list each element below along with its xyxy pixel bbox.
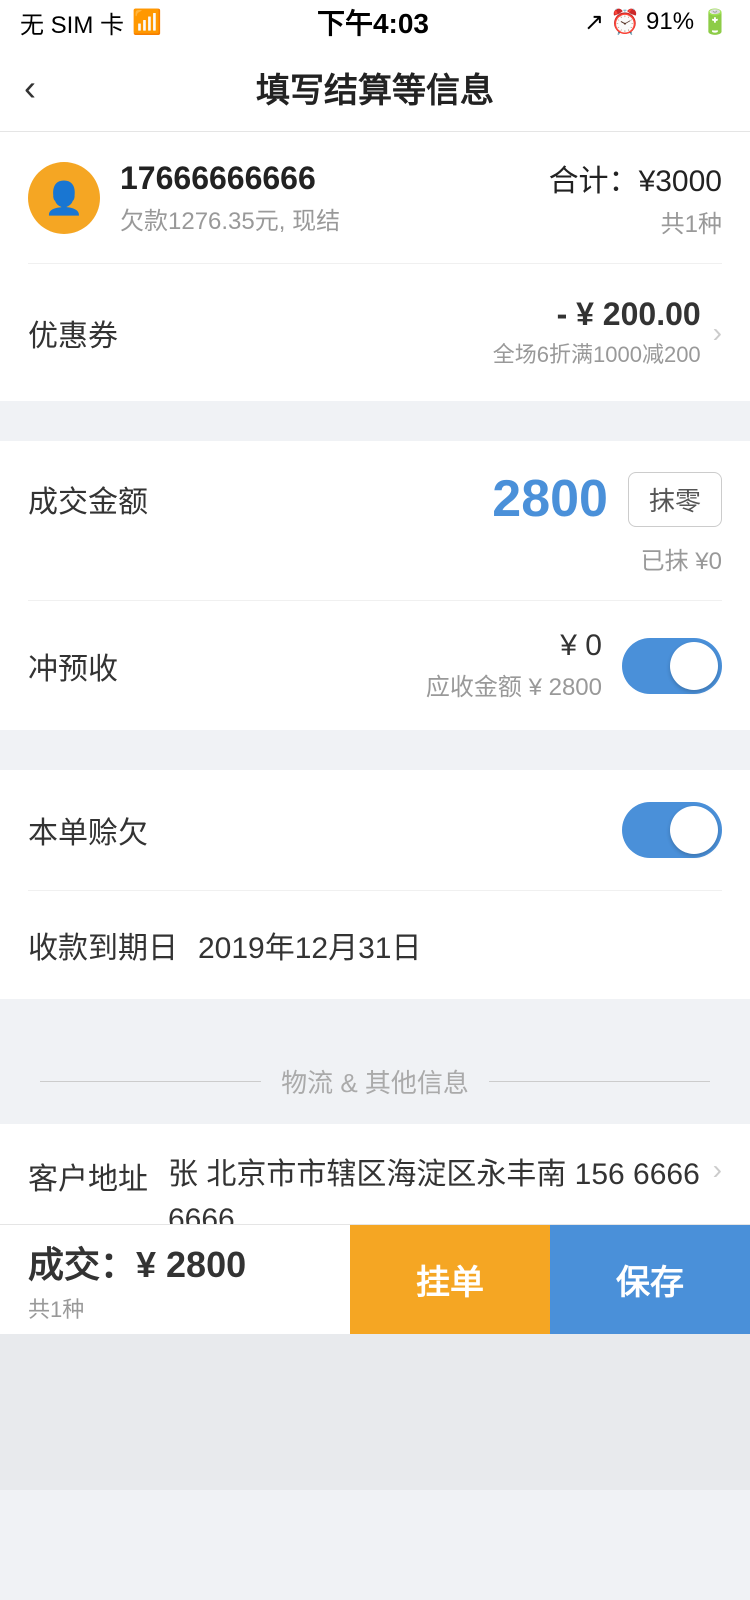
alarm-icon: ⏰: [610, 8, 640, 37]
section-separator-1: [0, 421, 750, 441]
discount-row[interactable]: 优惠券 - ¥ 200.00 全场6折满1000减200 ›: [0, 264, 750, 401]
round-button[interactable]: 抹零: [628, 472, 722, 527]
battery-percent: 91%: [646, 8, 694, 36]
debt-toggle[interactable]: [622, 802, 722, 858]
page-title: 填写结算等信息: [256, 63, 494, 112]
battery-icon: 🔋: [700, 8, 730, 37]
toggle-knob: [670, 642, 718, 690]
debt-label: 本单赊欠: [28, 808, 148, 852]
due-date-row: 收款到期日 2019年12月31日: [0, 891, 750, 999]
nav-bar: ‹ 填写结算等信息: [0, 44, 750, 132]
user-debt: 欠款1276.35元, 现结: [120, 201, 549, 236]
summary-amount: ¥ 2800: [136, 1244, 246, 1285]
discount-value: - ¥ 200.00: [493, 296, 701, 333]
summary-count: 共1种: [28, 1292, 322, 1324]
discount-values: - ¥ 200.00 全场6折满1000减200: [493, 296, 701, 369]
section-separator-2: [0, 750, 750, 770]
debt-toggle-knob: [670, 806, 718, 854]
location-icon: ↗: [584, 8, 604, 37]
sim-label: 无 SIM 卡: [20, 5, 124, 40]
chevron-right-icon: ›: [713, 317, 722, 349]
bottom-summary: 成交：¥ 2800 共1种: [0, 1236, 350, 1324]
due-date-value: 2019年12月31日: [198, 923, 421, 967]
user-card: 👤 17666666666 欠款1276.35元, 现结 合计：¥3000 共1…: [0, 132, 750, 401]
prepay-toggle[interactable]: [622, 638, 722, 694]
discount-right: - ¥ 200.00 全场6折满1000减200 ›: [493, 296, 722, 369]
prepay-row: 冲预收 ¥ 0 应收金额 ¥ 2800: [0, 601, 750, 730]
prepay-values: ¥ 0 应收金额 ¥ 2800: [426, 629, 602, 702]
status-right: ↗ ⏰ 91% 🔋: [584, 8, 730, 37]
bottom-spacer: [0, 1490, 750, 1600]
wifi-icon: 📶: [132, 8, 162, 37]
prepay-sub-value: 应收金额 ¥ 2800: [426, 667, 602, 702]
avatar: 👤: [28, 162, 100, 234]
user-info: 17666666666 欠款1276.35元, 现结: [120, 160, 549, 236]
erased-text: 已抹 ¥0: [0, 541, 750, 600]
discount-label: 优惠券: [28, 311, 118, 355]
back-button[interactable]: ‹: [24, 67, 36, 109]
logistics-line-left: [40, 1081, 261, 1082]
prepay-right: ¥ 0 应收金额 ¥ 2800: [426, 629, 722, 702]
transaction-right: 2800 抹零: [492, 469, 722, 529]
prepay-main-value: ¥ 0: [426, 629, 602, 663]
due-date-label: 收款到期日: [28, 923, 178, 967]
status-left: 无 SIM 卡 📶: [20, 5, 162, 40]
debt-row: 本单赊欠: [0, 770, 750, 890]
total-value: ¥3000: [639, 165, 722, 198]
total-label: 合计：: [549, 165, 639, 198]
user-phone: 17666666666: [120, 160, 549, 197]
bottom-actions: 挂单 保存: [350, 1225, 750, 1334]
status-bar: 无 SIM 卡 📶 下午4:03 ↗ ⏰ 91% 🔋: [0, 0, 750, 44]
logistics-line-right: [489, 1081, 710, 1082]
total-count: 共1种: [549, 204, 722, 239]
logistics-label: 物流 & 其他信息: [281, 1063, 469, 1100]
transaction-row: 成交金额 2800 抹零: [0, 441, 750, 541]
section-separator-3: [0, 1019, 750, 1039]
content-area: 👤 17666666666 欠款1276.35元, 现结 合计：¥3000 共1…: [0, 132, 750, 1600]
user-total: 合计：¥3000 共1种: [549, 156, 722, 239]
address-label: 客户地址: [28, 1154, 148, 1198]
hang-button[interactable]: 挂单: [350, 1225, 550, 1334]
amount-section: 成交金额 2800 抹零 已抹 ¥0 冲预收 ¥ 0 应收金额 ¥ 2800: [0, 441, 750, 730]
summary-label: 成交：: [28, 1244, 136, 1285]
discount-sub: 全场6折满1000减200: [493, 337, 701, 369]
bottom-bar: 成交：¥ 2800 共1种 挂单 保存: [0, 1224, 750, 1334]
logistics-divider: 物流 & 其他信息: [0, 1039, 750, 1124]
prepay-label: 冲预收: [28, 644, 118, 688]
transaction-amount: 2800: [492, 469, 608, 529]
total-amount: 合计：¥3000: [549, 156, 722, 200]
save-button[interactable]: 保存: [550, 1225, 750, 1334]
status-time: 下午4:03: [317, 2, 429, 42]
user-row: 👤 17666666666 欠款1276.35元, 现结 合计：¥3000 共1…: [0, 132, 750, 263]
summary-main: 成交：¥ 2800: [28, 1236, 322, 1288]
avatar-icon: 👤: [44, 179, 84, 217]
debt-card: 本单赊欠 收款到期日 2019年12月31日: [0, 770, 750, 999]
address-chevron-icon: ›: [713, 1154, 722, 1186]
transaction-label: 成交金额: [28, 477, 148, 521]
